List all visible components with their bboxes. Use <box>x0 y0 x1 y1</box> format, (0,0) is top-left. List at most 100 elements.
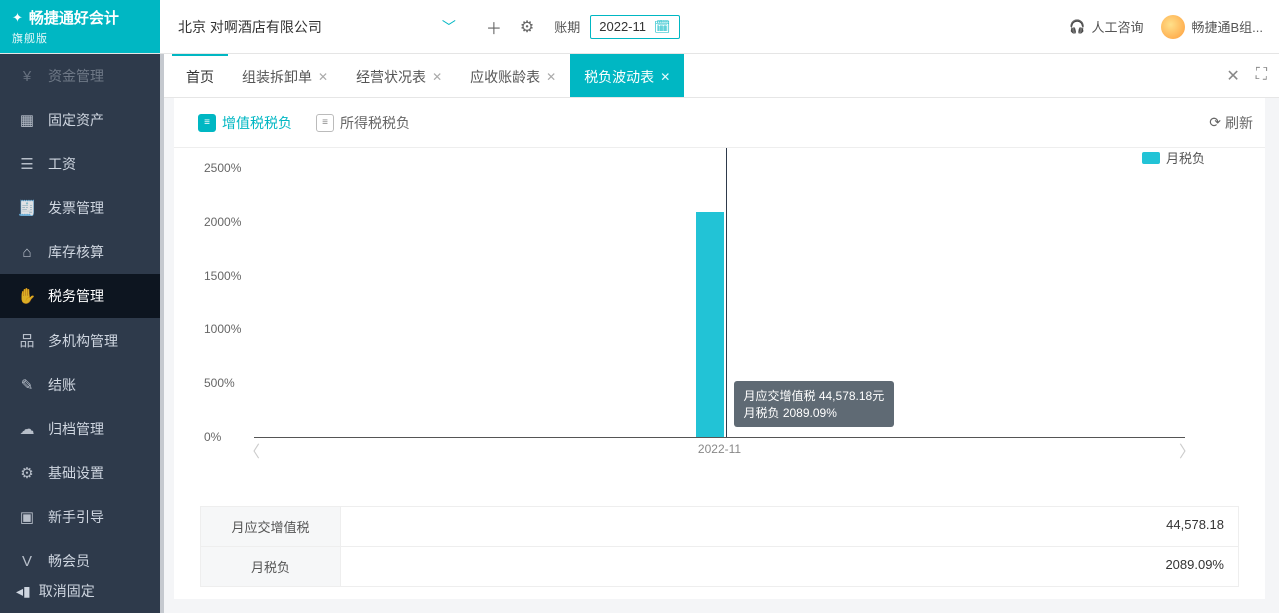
sidebar-item-label: 税务管理 <box>48 286 104 306</box>
sidebar-item-label: 新手引导 <box>48 507 104 527</box>
user-name[interactable]: 畅捷通B组... <box>1191 17 1263 36</box>
tab-3[interactable]: 应收账龄表 ✕ <box>456 54 570 97</box>
sidebar-icon: 品 <box>18 330 36 351</box>
subtab-1[interactable]: ≡ 所得税税负 <box>304 105 422 141</box>
sidebar-item-label: 基础设置 <box>48 463 104 483</box>
sidebar-icon: ☁ <box>18 420 36 438</box>
sidebar-unpin[interactable]: ◂▮取消固定 <box>0 569 160 613</box>
subtab-label: 所得税税负 <box>340 113 410 133</box>
sidebar-item-label: 多机构管理 <box>48 331 118 351</box>
sidebar-icon: ✋ <box>18 287 36 305</box>
chart-prev-icon[interactable]: 〈 <box>244 438 260 462</box>
close-icon[interactable]: ✕ <box>660 70 670 84</box>
headset-icon: 🎧 <box>1069 19 1085 35</box>
sub-tabs: ≡增值税税负 ≡ 所得税税负 ⟳ 刷新 <box>174 98 1265 148</box>
subtab-badge-icon: ≡ <box>316 114 334 132</box>
chart-next-icon[interactable]: 〉 <box>1179 438 1195 462</box>
scrollbar-fragment[interactable] <box>160 54 164 613</box>
document-tabs: 首页 组装拆卸单 ✕ 经营状况表 ✕ 应收账龄表 ✕ 税负波动表 ✕ ✕ ⛶ <box>160 54 1279 98</box>
refresh-icon: ⟳ <box>1209 114 1221 131</box>
brand-name: 畅捷通好会计 <box>29 7 119 28</box>
company-name: 北京 对啊酒店有限公司 <box>178 17 322 37</box>
sidebar-item-2[interactable]: ☰ 工资 <box>0 142 160 186</box>
tab-label: 应收账龄表 <box>470 67 540 87</box>
y-tick: 500% <box>204 376 235 390</box>
sidebar-icon: ¥ <box>18 68 36 85</box>
x-axis: 〈 2022-11 〉 <box>254 442 1185 456</box>
sidebar-item-4[interactable]: ⌂ 库存核算 <box>0 230 160 274</box>
close-icon[interactable]: ✕ <box>432 70 442 84</box>
brand-edition: 旗舰版 <box>12 30 160 46</box>
sidebar-icon: ⚙ <box>18 464 36 482</box>
subtab-label: 增值税税负 <box>222 113 292 133</box>
legend-label: 月税负 <box>1166 148 1205 167</box>
tab-2[interactable]: 经营状况表 ✕ <box>342 54 456 97</box>
close-all-icon[interactable]: ✕ <box>1226 66 1239 86</box>
subtab-0[interactable]: ≡增值税税负 <box>186 105 304 141</box>
sidebar-icon: ▦ <box>18 111 36 129</box>
chart-bar[interactable] <box>696 212 724 437</box>
add-icon[interactable]: ＋ <box>486 15 502 39</box>
sidebar-icon: 🧾 <box>18 199 36 217</box>
row-label: 月应交增值税 <box>201 507 341 546</box>
tab-0[interactable]: 首页 <box>172 54 228 97</box>
sidebar-item-8[interactable]: ☁ 归档管理 <box>0 407 160 451</box>
sidebar-item-label: 畅会员 <box>48 551 90 571</box>
chart-plot: 0%500%1000%1500%2000%2500%月应交增值税 44,578.… <box>254 168 1185 438</box>
avatar[interactable] <box>1161 15 1185 39</box>
sidebar-icon: ⌂ <box>18 244 36 261</box>
row-value: 2089.09% <box>341 547 1238 586</box>
support-link[interactable]: 🎧 人工咨询 <box>1069 17 1143 36</box>
y-tick: 1500% <box>204 269 241 283</box>
chart-hover-line <box>726 148 727 437</box>
close-icon[interactable]: ✕ <box>546 70 556 84</box>
y-tick: 1000% <box>204 322 241 336</box>
sidebar-item-3[interactable]: 🧾 发票管理 <box>0 186 160 230</box>
sidebar-item-label: 发票管理 <box>48 198 104 218</box>
tab-label: 经营状况表 <box>356 67 426 87</box>
gear-icon[interactable]: ⚙ <box>520 17 534 37</box>
y-tick: 2000% <box>204 215 241 229</box>
support-label: 人工咨询 <box>1091 17 1143 36</box>
main-area: 首页 组装拆卸单 ✕ 经营状况表 ✕ 应收账龄表 ✕ 税负波动表 ✕ ✕ ⛶ ≡增值税税负 ≡ 所得… <box>160 54 1279 613</box>
summary-table: 月应交增值税44,578.18月税负2089.09% <box>200 506 1239 587</box>
y-tick: 2500% <box>204 161 241 175</box>
period-label: 账期 <box>554 17 580 36</box>
brand-block: ✦ 畅捷通好会计 旗舰版 <box>0 0 160 53</box>
sidebar-icon: ☰ <box>18 155 36 173</box>
sidebar-item-7[interactable]: ✎结账 <box>0 363 160 407</box>
sidebar-icon: V <box>18 553 36 570</box>
sidebar-item-1[interactable]: ▦固定资产 <box>0 98 160 142</box>
table-row: 月应交增值税44,578.18 <box>200 506 1239 547</box>
tab-label: 首页 <box>186 67 214 87</box>
tab-4[interactable]: 税负波动表 ✕ <box>570 54 684 97</box>
sidebar-item-label: 工资 <box>48 154 76 174</box>
close-icon[interactable]: ✕ <box>318 70 328 84</box>
period-value: 2022-11 <box>599 19 646 34</box>
refresh-button[interactable]: ⟳ 刷新 <box>1209 113 1253 133</box>
chart-area: 月税负 0%500%1000%1500%2000%2500%月应交增值税 44,… <box>174 148 1265 466</box>
sidebar-item-5[interactable]: ✋ 税务管理 <box>0 274 160 318</box>
sidebar-item-label: 库存核算 <box>48 242 104 262</box>
company-selector[interactable]: 北京 对啊酒店有限公司 ﹀ <box>178 17 456 37</box>
sidebar-item-9[interactable]: ⚙ 基础设置 <box>0 451 160 495</box>
tab-label: 税负波动表 <box>584 67 654 87</box>
sidebar-icon: ✎ <box>18 376 36 394</box>
tab-label: 组装拆卸单 <box>242 67 312 87</box>
y-tick: 0% <box>204 430 221 444</box>
chart-tooltip: 月应交增值税 44,578.18元月税负 2089.09% <box>734 381 895 427</box>
sidebar-item-10[interactable]: ▣ 新手引导 <box>0 495 160 539</box>
chart-legend: 月税负 <box>1142 148 1205 167</box>
legend-swatch <box>1142 152 1160 164</box>
x-axis-label: 2022-11 <box>254 442 1185 456</box>
calendar-icon: 🗓 <box>654 19 671 35</box>
tab-1[interactable]: 组装拆卸单 ✕ <box>228 54 342 97</box>
report-panel: ≡增值税税负≡所得税税负 ⟳ 刷新 月税负 0%500%1000%1500%20… <box>174 98 1265 599</box>
period-picker[interactable]: 2022-11 🗓 <box>590 15 679 39</box>
sidebar-item-6[interactable]: 品多机构管理 <box>0 318 160 363</box>
sidebar-item-0[interactable]: ¥资金管理 <box>0 54 160 98</box>
sidebar-icon: ▣ <box>18 508 36 526</box>
table-row: 月税负2089.09% <box>200 547 1239 587</box>
fullscreen-icon[interactable]: ⛶ <box>1256 66 1267 86</box>
sidebar-item-label: 归档管理 <box>48 419 104 439</box>
